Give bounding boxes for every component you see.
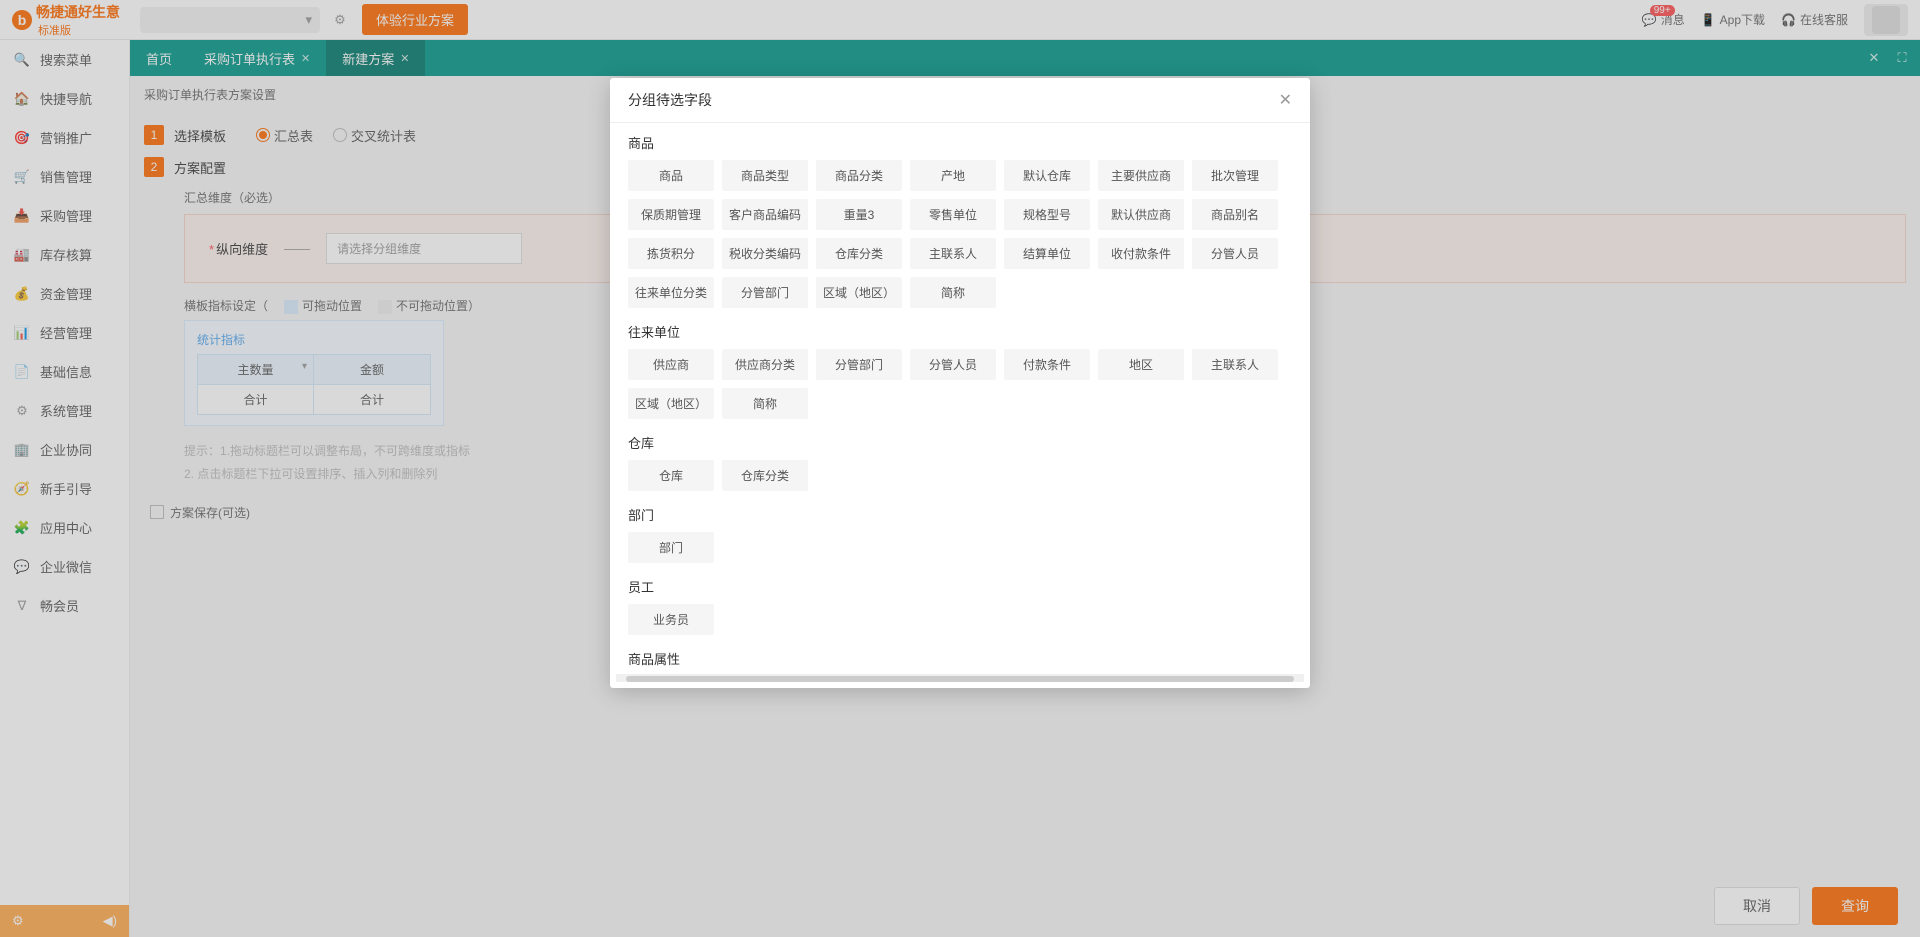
- field-chip[interactable]: 简称: [910, 277, 996, 308]
- field-chip[interactable]: 分管人员: [1192, 238, 1278, 269]
- field-chip[interactable]: 规格型号: [1004, 199, 1090, 230]
- field-chip[interactable]: 零售单位: [910, 199, 996, 230]
- field-chip[interactable]: 主要供应商: [1098, 160, 1184, 191]
- field-chip[interactable]: 保质期管理: [628, 199, 714, 230]
- field-chip[interactable]: 供应商分类: [722, 349, 808, 380]
- field-chip[interactable]: 分管人员: [910, 349, 996, 380]
- field-chip[interactable]: 分管部门: [816, 349, 902, 380]
- modal-overlay: 分组待选字段 ✕ 商品商品商品类型商品分类产地默认仓库主要供应商批次管理保质期管…: [0, 0, 1920, 937]
- field-chip[interactable]: 供应商: [628, 349, 714, 380]
- field-group-title: 往来单位: [628, 322, 1292, 341]
- field-chip[interactable]: 税收分类编码: [722, 238, 808, 269]
- field-chip[interactable]: 业务员: [628, 604, 714, 635]
- field-group-title: 员工: [628, 577, 1292, 596]
- field-group-title: 仓库: [628, 433, 1292, 452]
- field-group: 商品商品商品类型商品分类产地默认仓库主要供应商批次管理保质期管理客户商品编码重量…: [628, 133, 1292, 308]
- field-chip[interactable]: 区域（地区）: [816, 277, 902, 308]
- field-group: 仓库仓库仓库分类: [628, 433, 1292, 491]
- field-chip[interactable]: 商品分类: [816, 160, 902, 191]
- field-chip[interactable]: 仓库: [628, 460, 714, 491]
- field-chip[interactable]: 默认仓库: [1004, 160, 1090, 191]
- field-chip[interactable]: 客户商品编码: [722, 199, 808, 230]
- field-chip[interactable]: 分管部门: [722, 277, 808, 308]
- field-group: 往来单位供应商供应商分类分管部门分管人员付款条件地区主联系人区域（地区） 简称: [628, 322, 1292, 419]
- close-icon[interactable]: ✕: [1279, 90, 1292, 110]
- field-chip[interactable]: 仓库分类: [816, 238, 902, 269]
- field-chip[interactable]: 付款条件: [1004, 349, 1090, 380]
- field-group: 员工业务员: [628, 577, 1292, 635]
- field-chip[interactable]: 商品: [628, 160, 714, 191]
- field-chip[interactable]: 仓库分类: [722, 460, 808, 491]
- field-chip[interactable]: 批次管理: [1192, 160, 1278, 191]
- field-chip[interactable]: 部门: [628, 532, 714, 563]
- field-chip[interactable]: 主联系人: [910, 238, 996, 269]
- field-chip[interactable]: 商品类型: [722, 160, 808, 191]
- field-chip[interactable]: 简称: [722, 388, 808, 419]
- field-picker-modal: 分组待选字段 ✕ 商品商品商品类型商品分类产地默认仓库主要供应商批次管理保质期管…: [610, 78, 1310, 688]
- modal-title: 分组待选字段: [628, 90, 712, 110]
- field-chip[interactable]: 地区: [1098, 349, 1184, 380]
- field-chip[interactable]: 商品别名: [1192, 199, 1278, 230]
- field-group-title: 部门: [628, 505, 1292, 524]
- field-chip[interactable]: 区域（地区）: [628, 388, 714, 419]
- field-chip[interactable]: 主联系人: [1192, 349, 1278, 380]
- field-chip[interactable]: 重量3: [816, 199, 902, 230]
- field-group-title: 商品: [628, 133, 1292, 152]
- modal-horizontal-scrollbar[interactable]: [616, 674, 1304, 682]
- field-chip[interactable]: 拣货积分: [628, 238, 714, 269]
- field-chip[interactable]: 收付款条件: [1098, 238, 1184, 269]
- field-chip[interactable]: 默认供应商: [1098, 199, 1184, 230]
- field-chip[interactable]: 产地: [910, 160, 996, 191]
- field-chip[interactable]: 结算单位: [1004, 238, 1090, 269]
- field-group-title: 商品属性: [628, 649, 1292, 668]
- field-chip[interactable]: 往来单位分类: [628, 277, 714, 308]
- field-group: 部门部门: [628, 505, 1292, 563]
- field-group: 商品属性属性颜色多规格尺码鞋码1: [628, 649, 1292, 674]
